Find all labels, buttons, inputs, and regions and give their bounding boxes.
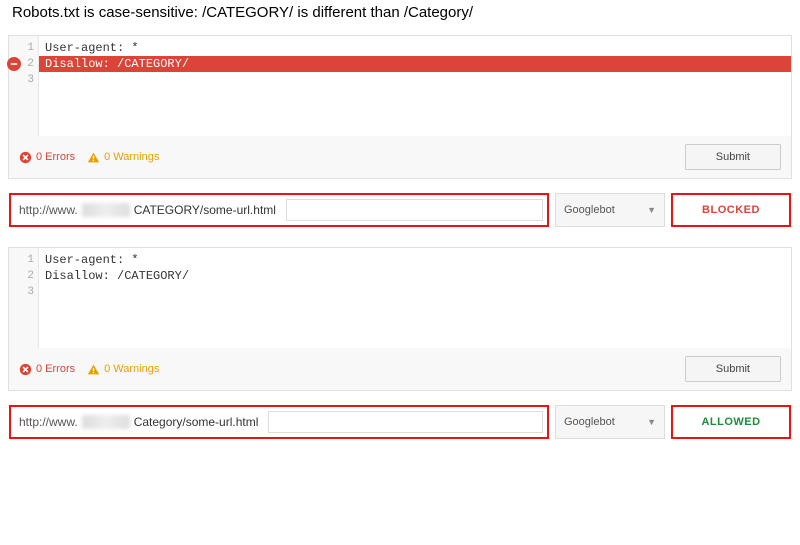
robots-test-block: 1 2 3 User-agent: * Disallow: /CATEGORY/ — [8, 35, 792, 227]
warnings-count: 0 Warnings — [87, 363, 159, 376]
url-path: Category/some-url.html — [132, 411, 261, 433]
warnings-count: 0 Warnings — [87, 151, 159, 164]
bot-selector[interactable]: Googlebot ▼ — [555, 405, 665, 439]
code-editor[interactable]: 1 2 3 User-agent: * Disallow: /CATEGORY/ — [9, 248, 791, 348]
line-gutter: 1 2 3 — [9, 36, 39, 136]
submit-button[interactable]: Submit — [685, 356, 781, 382]
code-line: Disallow: /CATEGORY/ — [39, 268, 791, 284]
line-number: 2 — [9, 268, 38, 284]
code-editor[interactable]: 1 2 3 User-agent: * Disallow: /CATEGORY/ — [9, 36, 791, 136]
result-status: ALLOWED — [671, 405, 791, 439]
code-panel: 1 2 3 User-agent: * Disallow: /CATEGORY/ — [8, 35, 792, 179]
chevron-down-icon: ▼ — [647, 417, 656, 427]
line-number: 3 — [9, 284, 38, 300]
url-domain-redacted — [82, 415, 130, 429]
errors-count: 0 Errors — [19, 151, 75, 164]
result-status: BLOCKED — [671, 193, 791, 227]
bot-selected-label: Googlebot — [564, 204, 615, 216]
chevron-down-icon: ▼ — [647, 205, 656, 215]
line-number: 1 — [9, 252, 38, 268]
code-line: User-agent: * — [39, 40, 791, 56]
line-gutter: 1 2 3 — [9, 248, 39, 348]
code-panel: 1 2 3 User-agent: * Disallow: /CATEGORY/… — [8, 247, 792, 391]
line-number: 1 — [9, 40, 38, 56]
url-domain-redacted — [82, 203, 130, 217]
code-line — [39, 72, 791, 88]
url-path: CATEGORY/some-url.html — [132, 199, 278, 221]
url-input-group: http://www. Category/some-url.html — [9, 405, 549, 439]
no-entry-icon — [7, 57, 21, 71]
url-test-row: http://www. CATEGORY/some-url.html Googl… — [8, 193, 792, 227]
url-prefix: http://www. — [13, 199, 80, 221]
bot-selector[interactable]: Googlebot ▼ — [555, 193, 665, 227]
code-line — [39, 284, 791, 300]
code-content[interactable]: User-agent: * Disallow: /CATEGORY/ — [39, 248, 791, 348]
url-prefix: http://www. — [13, 411, 80, 433]
code-line: User-agent: * — [39, 252, 791, 268]
error-circle-icon — [19, 151, 32, 164]
warning-triangle-icon — [87, 363, 100, 376]
warning-triangle-icon — [87, 151, 100, 164]
code-line-highlighted: Disallow: /CATEGORY/ — [39, 56, 791, 72]
url-input-group: http://www. CATEGORY/some-url.html — [9, 193, 549, 227]
line-number: 3 — [9, 72, 38, 88]
status-bar: 0 Errors 0 Warnings Submit — [9, 348, 791, 390]
bot-selected-label: Googlebot — [564, 416, 615, 428]
line-number: 2 — [9, 56, 38, 72]
url-test-row: http://www. Category/some-url.html Googl… — [8, 405, 792, 439]
url-input[interactable] — [286, 199, 543, 221]
errors-count: 0 Errors — [19, 363, 75, 376]
url-input[interactable] — [268, 411, 543, 433]
status-bar: 0 Errors 0 Warnings Submit — [9, 136, 791, 178]
error-circle-icon — [19, 363, 32, 376]
page-title: Robots.txt is case-sensitive: /CATEGORY/… — [8, 4, 792, 21]
robots-test-block: 1 2 3 User-agent: * Disallow: /CATEGORY/… — [8, 247, 792, 439]
code-content[interactable]: User-agent: * Disallow: /CATEGORY/ — [39, 36, 791, 136]
submit-button[interactable]: Submit — [685, 144, 781, 170]
